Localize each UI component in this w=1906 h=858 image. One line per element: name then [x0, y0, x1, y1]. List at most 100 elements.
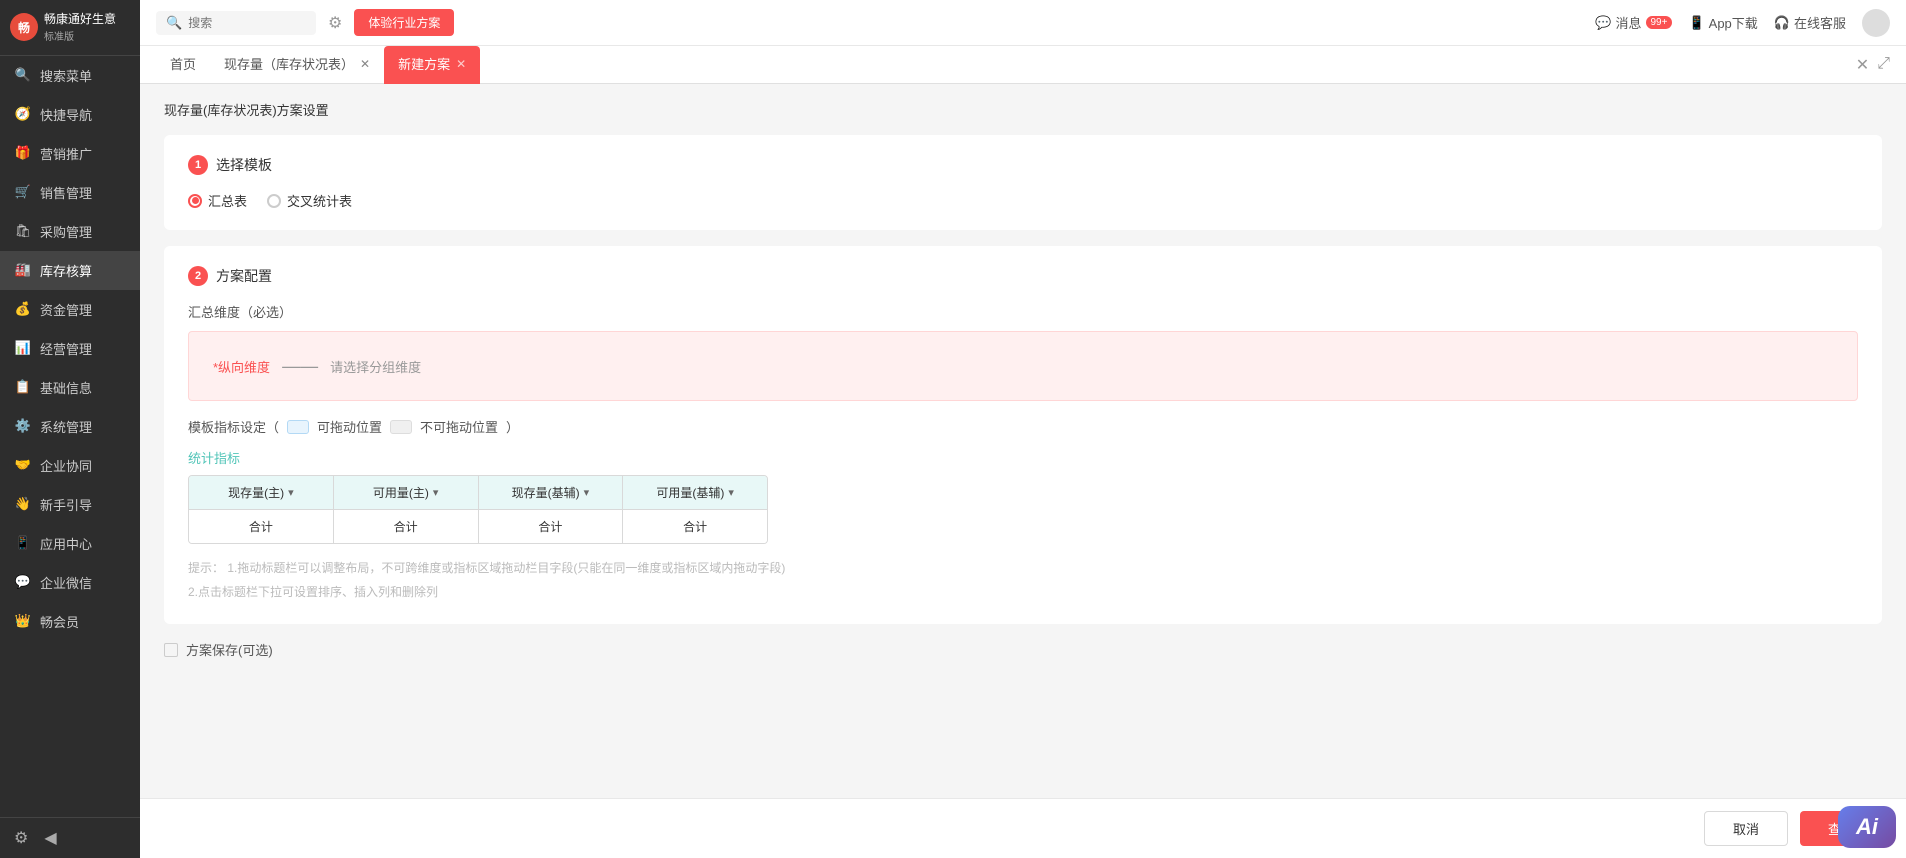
compass-icon: 🧭 [14, 105, 32, 123]
app-name: 畅康通好生意 [44, 12, 116, 28]
message-badge: 99+ [1646, 16, 1673, 29]
tab-home[interactable]: 首页 [156, 46, 210, 84]
sidebar-item-search[interactable]: 🔍 搜索菜单 [0, 56, 140, 95]
service-icon: 🎧 [1774, 15, 1790, 31]
radio-summary-circle [188, 194, 202, 208]
sidebar-item-base[interactable]: 📋 基础信息 [0, 368, 140, 407]
indicator-prefix: 模板指标设定（ [188, 417, 279, 436]
search-input[interactable] [188, 16, 288, 30]
content-area: 现存量(库存状况表)方案设置 1 选择模板 汇总表 交叉统计表 2 [140, 84, 1906, 798]
sidebar-item-wechat[interactable]: 💬 企业微信 [0, 563, 140, 602]
save-checkbox[interactable] [164, 643, 178, 657]
ai-badge[interactable]: Ai [1838, 806, 1896, 848]
tab-inventory[interactable]: 现存量（库存状况表） ✕ [210, 46, 384, 84]
sidebar-item-collab[interactable]: 🤝 企业协同 [0, 446, 140, 485]
online-service-btn[interactable]: 🎧 在线客服 [1774, 13, 1846, 32]
tab-inventory-label: 现存量（库存状况表） [224, 54, 354, 73]
footer-bar: 取消 查询 [140, 798, 1906, 858]
message-btn[interactable]: 💬 消息 99+ [1595, 13, 1672, 32]
sidebar-bottom: ⚙ ◀ [0, 817, 140, 858]
stats-table: 现存量(主) ▾ 合计 可用量(主) ▾ 合计 [188, 475, 768, 544]
tab-new-plan-label: 新建方案 [398, 54, 450, 73]
sidebar-item-manage[interactable]: 📊 经营管理 [0, 329, 140, 368]
stats-col-0-label: 现存量(主) [228, 484, 284, 501]
sidebar-item-appcenter[interactable]: 📱 应用中心 [0, 524, 140, 563]
message-label: 消息 [1615, 13, 1641, 32]
download-icon: 📱 [1688, 15, 1704, 31]
sidebar-item-purchase[interactable]: 🛍 采购管理 [0, 212, 140, 251]
sidebar-item-system[interactable]: ⚙️ 系统管理 [0, 407, 140, 446]
cart-icon: 🛒 [14, 183, 32, 201]
search-icon: 🔍 [14, 66, 32, 84]
stats-col-3: 可用量(基辅) ▾ 合计 [623, 476, 767, 543]
topbar-right: 💬 消息 99+ 📱 App下载 🎧 在线客服 [1595, 9, 1890, 37]
chart-icon: 📊 [14, 339, 32, 357]
radio-summary[interactable]: 汇总表 [188, 191, 247, 210]
sidebar-item-sales[interactable]: 🛒 销售管理 [0, 173, 140, 212]
chevron-down-icon: ▾ [584, 486, 590, 499]
sidebar-logo: 畅 畅康通好生意 标准版 [0, 0, 140, 56]
sidebar-item-label: 企业微信 [40, 573, 92, 592]
stats-col-1-body: 合计 [334, 510, 478, 543]
sidebar-item-label: 应用中心 [40, 534, 92, 553]
expand-icon[interactable]: ⤢ [1877, 55, 1890, 75]
dim-area[interactable]: *纵向维度 —— 请选择分组维度 [188, 331, 1858, 401]
radio-cross-label: 交叉统计表 [287, 191, 352, 210]
chevron-down-icon: ▾ [728, 486, 734, 499]
sidebar-item-label: 库存核算 [40, 261, 92, 280]
gift-icon: 🎁 [14, 144, 32, 162]
dim-placeholder: 请选择分组维度 [330, 357, 421, 376]
sidebar-item-vip[interactable]: 👑 畅会员 [0, 602, 140, 641]
sidebar-item-marketing[interactable]: 🎁 营销推广 [0, 134, 140, 173]
stats-col-3-body: 合计 [623, 510, 767, 543]
industry-btn[interactable]: 体验行业方案 [354, 9, 454, 36]
settings-icon: ⚙️ [14, 417, 32, 435]
collapse-icon[interactable]: ◀ [44, 828, 56, 848]
step1-label: 选择模板 [216, 155, 272, 175]
radio-cross[interactable]: 交叉统计表 [267, 191, 352, 210]
sidebar-item-label: 新手引导 [40, 495, 92, 514]
step2-card: 2 方案配置 汇总维度（必选） *纵向维度 —— 请选择分组维度 模板指标设定（… [164, 246, 1882, 624]
app-center-icon: 📱 [14, 534, 32, 552]
bag-icon: 🛍 [14, 222, 32, 240]
sidebar-item-label: 营销推广 [40, 144, 92, 163]
sidebar-item-label: 销售管理 [40, 183, 92, 202]
close-window-icon[interactable]: ✕ [1856, 55, 1869, 75]
info-icon: 📋 [14, 378, 32, 396]
app-download-btn[interactable]: 📱 App下载 [1688, 13, 1757, 32]
gear-icon[interactable]: ⚙ [14, 828, 28, 848]
stats-col-1-header[interactable]: 可用量(主) ▾ [334, 476, 478, 510]
cancel-button[interactable]: 取消 [1704, 811, 1788, 846]
app-download-label: App下载 [1709, 13, 1758, 32]
stats-col-3-header[interactable]: 可用量(基辅) ▾ [623, 476, 767, 510]
money-icon: 💰 [14, 300, 32, 318]
stats-col-2-header[interactable]: 现存量(基辅) ▾ [479, 476, 623, 510]
stats-col-2: 现存量(基辅) ▾ 合计 [479, 476, 624, 543]
tab-inventory-close[interactable]: ✕ [360, 57, 370, 71]
sidebar-item-label: 基础信息 [40, 378, 92, 397]
step1-num: 1 [188, 155, 208, 175]
sidebar-item-label: 畅会员 [40, 612, 79, 631]
sidebar-item-nav[interactable]: 🧭 快捷导航 [0, 95, 140, 134]
sidebar-item-newuser[interactable]: 👋 新手引导 [0, 485, 140, 524]
settings-icon[interactable]: ⚙ [328, 13, 342, 33]
radio-cross-circle [267, 194, 281, 208]
movable-tag [287, 420, 309, 434]
tab-new-plan-close[interactable]: ✕ [456, 57, 466, 71]
tabs-bar: 首页 现存量（库存状况表） ✕ 新建方案 ✕ ✕ ⤢ [140, 46, 1906, 84]
search-icon: 🔍 [166, 15, 182, 31]
sidebar-item-inventory[interactable]: 🏭 库存核算 [0, 251, 140, 290]
warehouse-icon: 🏭 [14, 261, 32, 279]
stats-label: 统计指标 [188, 448, 1858, 467]
stats-col-0-header[interactable]: 现存量(主) ▾ [189, 476, 333, 510]
sidebar-item-label: 搜索菜单 [40, 66, 92, 85]
sidebar-item-finance[interactable]: 💰 资金管理 [0, 290, 140, 329]
step2-num: 2 [188, 266, 208, 286]
tip-2: 2.点击标题栏下拉可设置排序、插入列和删除列 [188, 580, 1858, 604]
avatar[interactable] [1862, 9, 1890, 37]
search-box[interactable]: 🔍 [156, 11, 316, 35]
sidebar-item-label: 资金管理 [40, 300, 92, 319]
tab-new-plan[interactable]: 新建方案 ✕ [384, 46, 480, 84]
indicator-row: 模板指标设定（ 可拖动位置 不可拖动位置 ） [188, 417, 1858, 436]
indicator-fixed: 不可拖动位置 [420, 417, 498, 436]
